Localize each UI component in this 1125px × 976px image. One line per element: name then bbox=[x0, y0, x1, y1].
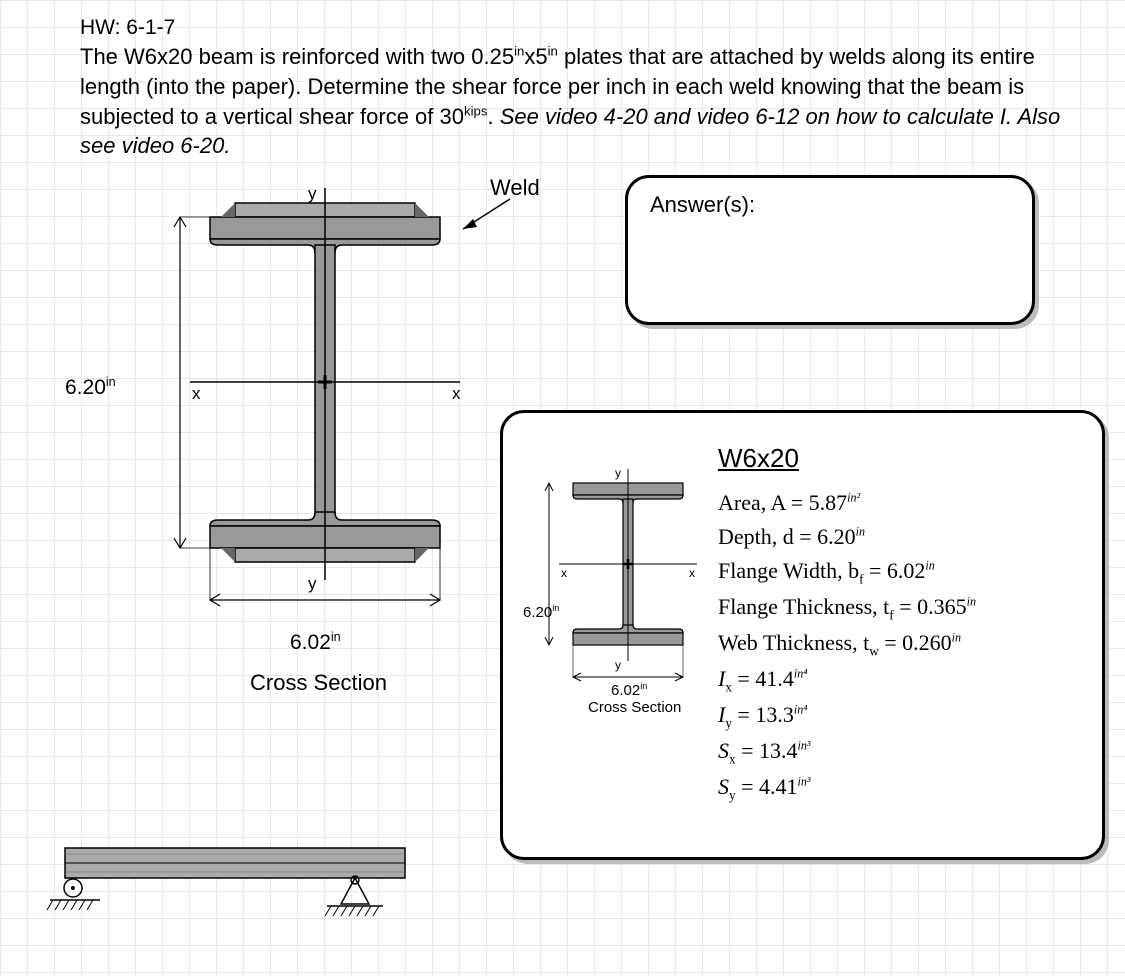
mini-width-dimension: 6.02in bbox=[611, 681, 647, 699]
mini-cross-section-diagram: y y x x 6.20in bbox=[533, 463, 713, 693]
svg-text:y: y bbox=[308, 574, 317, 593]
mini-cross-section-label: Cross Section bbox=[588, 699, 681, 716]
svg-text:y: y bbox=[308, 185, 317, 203]
spec-flange-width: Flange Width, bf = 6.02in bbox=[718, 554, 1082, 590]
spec-area: Area, A = 5.87in² bbox=[718, 486, 1082, 520]
svg-text:x: x bbox=[192, 384, 201, 403]
svg-text:y: y bbox=[615, 658, 621, 672]
svg-text:y: y bbox=[615, 466, 621, 480]
answer-title: Answer(s): bbox=[650, 192, 1010, 218]
beam-side-view-icon bbox=[45, 830, 435, 950]
svg-text:x: x bbox=[561, 566, 567, 580]
specs-panel: y y x x 6.20in bbox=[500, 410, 1105, 860]
answer-box: Answer(s): bbox=[625, 175, 1035, 325]
ibeam-section-icon: y y x x bbox=[160, 185, 490, 615]
specs-list: W6x20 Area, A = 5.87in² Depth, d = 6.20i… bbox=[718, 438, 1082, 805]
spec-web-thickness: Web Thickness, tw = 0.260in bbox=[718, 626, 1082, 662]
depth-dimension: 6.20in bbox=[65, 375, 116, 400]
spec-iy: Iy = 13.3in⁴ bbox=[718, 698, 1082, 734]
spec-sx: Sx = 13.4in³ bbox=[718, 734, 1082, 770]
spec-flange-thickness: Flange Thickness, tf = 0.365in bbox=[718, 590, 1082, 626]
mini-depth-dimension: 6.20in bbox=[523, 603, 559, 621]
cross-section-label: Cross Section bbox=[250, 670, 387, 696]
problem-body: The W6x20 beam is reinforced with two 0.… bbox=[80, 42, 1095, 161]
hw-number: HW: 6-1-7 bbox=[80, 14, 1095, 42]
spec-ix: Ix = 41.4in⁴ bbox=[718, 662, 1082, 698]
spec-depth: Depth, d = 6.20in bbox=[718, 520, 1082, 554]
svg-text:x: x bbox=[452, 384, 461, 403]
mini-ibeam-icon: y y x x bbox=[533, 463, 713, 693]
problem-statement: HW: 6-1-7 The W6x20 beam is reinforced w… bbox=[80, 14, 1095, 161]
spec-sy: Sy = 4.41in³ bbox=[718, 770, 1082, 806]
main-cross-section-diagram: Weld y bbox=[60, 175, 520, 735]
specs-title: W6x20 bbox=[718, 438, 1082, 478]
svg-text:x: x bbox=[689, 566, 695, 580]
width-dimension: 6.02in bbox=[290, 630, 341, 655]
